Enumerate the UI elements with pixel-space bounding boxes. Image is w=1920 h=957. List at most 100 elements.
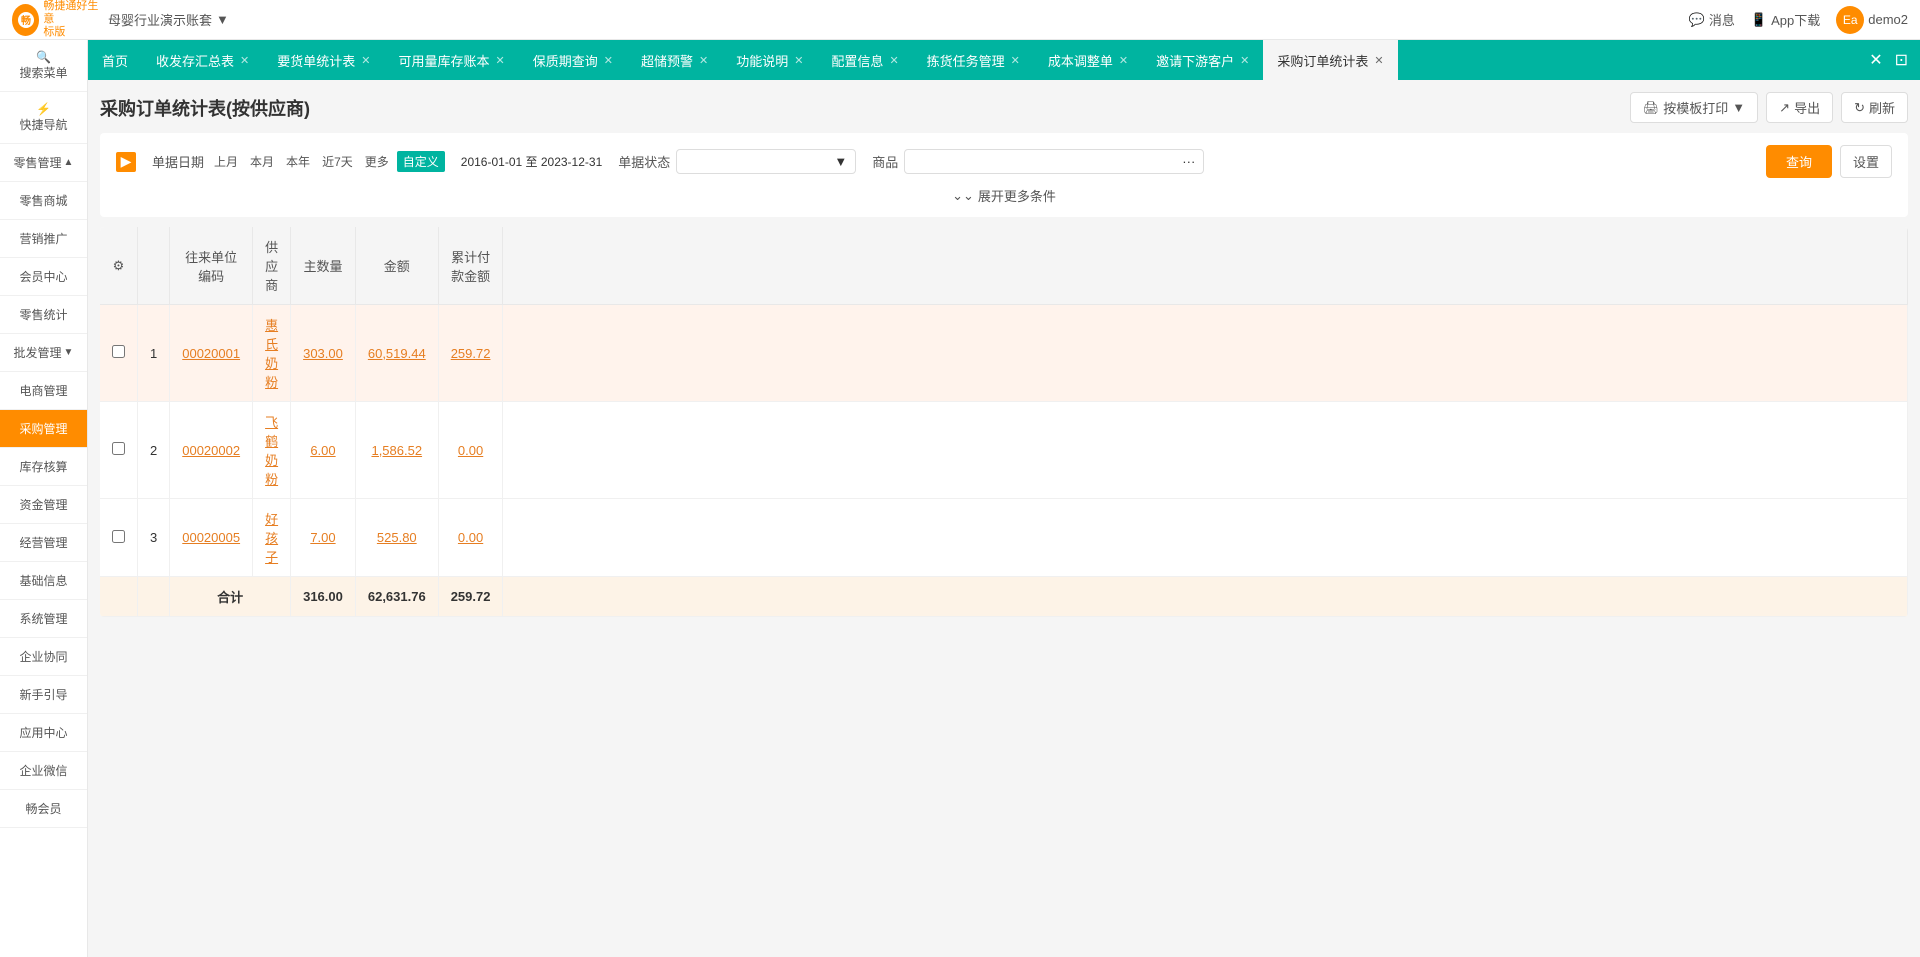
sidebar-item-purchase[interactable]: 采购管理 [0, 410, 87, 448]
row-checkbox[interactable] [112, 345, 125, 358]
sidebar-item-marketing[interactable]: 营销推广 [0, 220, 87, 258]
close-icon[interactable]: ✕ [1374, 54, 1383, 67]
sidebar-item-enterprise-wechat[interactable]: 企业微信 [0, 752, 87, 790]
message-btn[interactable]: 💬 消息 [1689, 10, 1735, 29]
table-row: 2 00020002 飞鹤奶粉 6.00 1,586.52 0.00 [100, 402, 1908, 499]
printer-icon: 🖨 [1643, 100, 1660, 116]
close-icon[interactable]: ✕ [699, 54, 708, 67]
td-qty[interactable]: 303.00 [291, 305, 356, 402]
date-shortcut-this-year[interactable]: 本年 [282, 151, 314, 172]
tab-receive-summary[interactable]: 收发存汇总表 ✕ [142, 40, 263, 80]
filter-toggle-btn[interactable]: ▶ [116, 152, 136, 172]
sidebar-item-enterprise-collab[interactable]: 企业协同 [0, 638, 87, 676]
row-checkbox[interactable] [112, 530, 125, 543]
close-icon[interactable]: ✕ [1011, 54, 1020, 67]
sidebar-item-member-center[interactable]: 会员中心 [0, 258, 87, 296]
td-vendor-name[interactable]: 惠氏奶粉 [253, 305, 291, 402]
th-settings[interactable]: ⚙ [100, 227, 138, 305]
goods-input[interactable]: ··· [904, 149, 1204, 174]
page-actions: 🖨 按模板打印 ▼ ↗ 导出 ↻ 刷新 [1630, 92, 1908, 123]
td-vendor-code[interactable]: 00020001 [170, 305, 253, 402]
td-qty[interactable]: 6.00 [291, 402, 356, 499]
tab-warranty-query[interactable]: 保质期查询 ✕ [519, 40, 627, 80]
date-shortcut-this-month[interactable]: 本月 [246, 151, 278, 172]
sidebar-item-wholesale-mgmt[interactable]: 批发管理 ▼ [0, 334, 87, 372]
sidebar-item-finance[interactable]: 资金管理 [0, 486, 87, 524]
query-button[interactable]: 查询 [1766, 145, 1832, 178]
td-paid-amount[interactable]: 0.00 [438, 402, 503, 499]
settings-button[interactable]: 设置 [1840, 145, 1892, 178]
status-filter: 单据状态 ▼ [618, 149, 856, 174]
tab-invite-downstream[interactable]: 邀请下游客户 ✕ [1142, 40, 1263, 80]
tab-available-inventory[interactable]: 可用量库存账本 ✕ [384, 40, 518, 80]
close-icon[interactable]: ✕ [240, 54, 249, 67]
sidebar-item-retail-mgmt[interactable]: 零售管理 ▲ [0, 144, 87, 182]
td-footer-paid: 259.72 [438, 577, 503, 617]
sidebar-item-quick-nav[interactable]: ⚡ 快捷导航 [0, 92, 87, 144]
sidebar-item-system[interactable]: 系统管理 [0, 600, 87, 638]
td-vendor-code[interactable]: 00020005 [170, 499, 253, 577]
app-download-btn[interactable]: 📱 App下载 [1751, 10, 1820, 29]
td-vendor-name[interactable]: 飞鹤奶粉 [253, 402, 291, 499]
close-icon[interactable]: ✕ [1240, 54, 1249, 67]
user-profile[interactable]: Ea demo2 [1836, 6, 1908, 34]
td-footer-empty1 [100, 577, 138, 617]
page-title: 采购订单统计表(按供应商) [100, 95, 310, 121]
sidebar-item-ecommerce[interactable]: 电商管理 [0, 372, 87, 410]
date-shortcut-custom[interactable]: 自定义 [397, 151, 445, 172]
td-checkbox[interactable] [100, 402, 138, 499]
close-window-btn[interactable]: ✕ [1865, 46, 1886, 74]
sidebar-item-member[interactable]: 畅会员 [0, 790, 87, 828]
td-paid-amount[interactable]: 0.00 [438, 499, 503, 577]
expand-conditions-btn[interactable]: ⌄⌄ 展开更多条件 [952, 186, 1056, 205]
td-paid-amount[interactable]: 259.72 [438, 305, 503, 402]
td-seq: 1 [138, 305, 170, 402]
date-shortcut-last-month[interactable]: 上月 [210, 151, 242, 172]
date-shortcut-7days[interactable]: 近7天 [318, 151, 357, 172]
sidebar-item-new-guide[interactable]: 新手引导 [0, 676, 87, 714]
tab-pick-task[interactable]: 拣货任务管理 ✕ [913, 40, 1034, 80]
close-icon[interactable]: ✕ [889, 54, 898, 67]
td-qty[interactable]: 7.00 [291, 499, 356, 577]
close-icon[interactable]: ✕ [794, 54, 803, 67]
sidebar-item-inventory[interactable]: 库存核算 [0, 448, 87, 486]
tab-goods-stats[interactable]: 要货单统计表 ✕ [263, 40, 384, 80]
refresh-button[interactable]: ↻ 刷新 [1841, 92, 1908, 123]
print-button[interactable]: 🖨 按模板打印 ▼ [1630, 92, 1758, 123]
date-shortcut-more[interactable]: 更多 [361, 151, 393, 172]
sidebar-item-ops[interactable]: 经营管理 [0, 524, 87, 562]
tab-config-info[interactable]: 配置信息 ✕ [817, 40, 912, 80]
td-amount[interactable]: 525.80 [355, 499, 438, 577]
td-footer-amount: 62,631.76 [355, 577, 438, 617]
sidebar-item-basic-info[interactable]: 基础信息 [0, 562, 87, 600]
sidebar-item-search[interactable]: 🔍 搜索菜单 [0, 40, 87, 92]
close-icon[interactable]: ✕ [1119, 54, 1128, 67]
td-checkbox[interactable] [100, 499, 138, 577]
close-icon[interactable]: ✕ [361, 54, 370, 67]
close-icon[interactable]: ✕ [604, 54, 613, 67]
workspace-selector[interactable]: 母婴行业演示账套 ▼ [108, 10, 229, 29]
td-amount[interactable]: 1,586.52 [355, 402, 438, 499]
phone-icon: 📱 [1751, 12, 1767, 28]
td-vendor-name[interactable]: 好孩子 [253, 499, 291, 577]
status-label: 单据状态 [618, 152, 670, 171]
td-vendor-code[interactable]: 00020002 [170, 402, 253, 499]
td-amount[interactable]: 60,519.44 [355, 305, 438, 402]
status-select[interactable]: ▼ [676, 149, 856, 174]
sidebar-item-retail-mall[interactable]: 零售商城 [0, 182, 87, 220]
close-icon[interactable]: ✕ [496, 54, 505, 67]
sidebar-item-app-center[interactable]: 应用中心 [0, 714, 87, 752]
filter-bar: ▶ 单据日期 上月 本月 本年 近7天 更多 自定义 [100, 133, 1908, 217]
tab-purchase-order-stats[interactable]: 采购订单统计表 ✕ [1263, 40, 1397, 80]
tab-home[interactable]: 首页 [88, 40, 142, 80]
tab-cost-adjust[interactable]: 成本调整单 ✕ [1034, 40, 1142, 80]
td-checkbox[interactable] [100, 305, 138, 402]
td-seq: 2 [138, 402, 170, 499]
tab-overstock-alert[interactable]: 超储预警 ✕ [627, 40, 722, 80]
sidebar-item-retail-stats[interactable]: 零售统计 [0, 296, 87, 334]
tab-func-desc[interactable]: 功能说明 ✕ [722, 40, 817, 80]
export-button[interactable]: ↗ 导出 [1766, 92, 1833, 123]
logo-icon: 畅 [12, 4, 39, 36]
row-checkbox[interactable] [112, 442, 125, 455]
maximize-btn[interactable]: ⊡ [1891, 46, 1912, 74]
